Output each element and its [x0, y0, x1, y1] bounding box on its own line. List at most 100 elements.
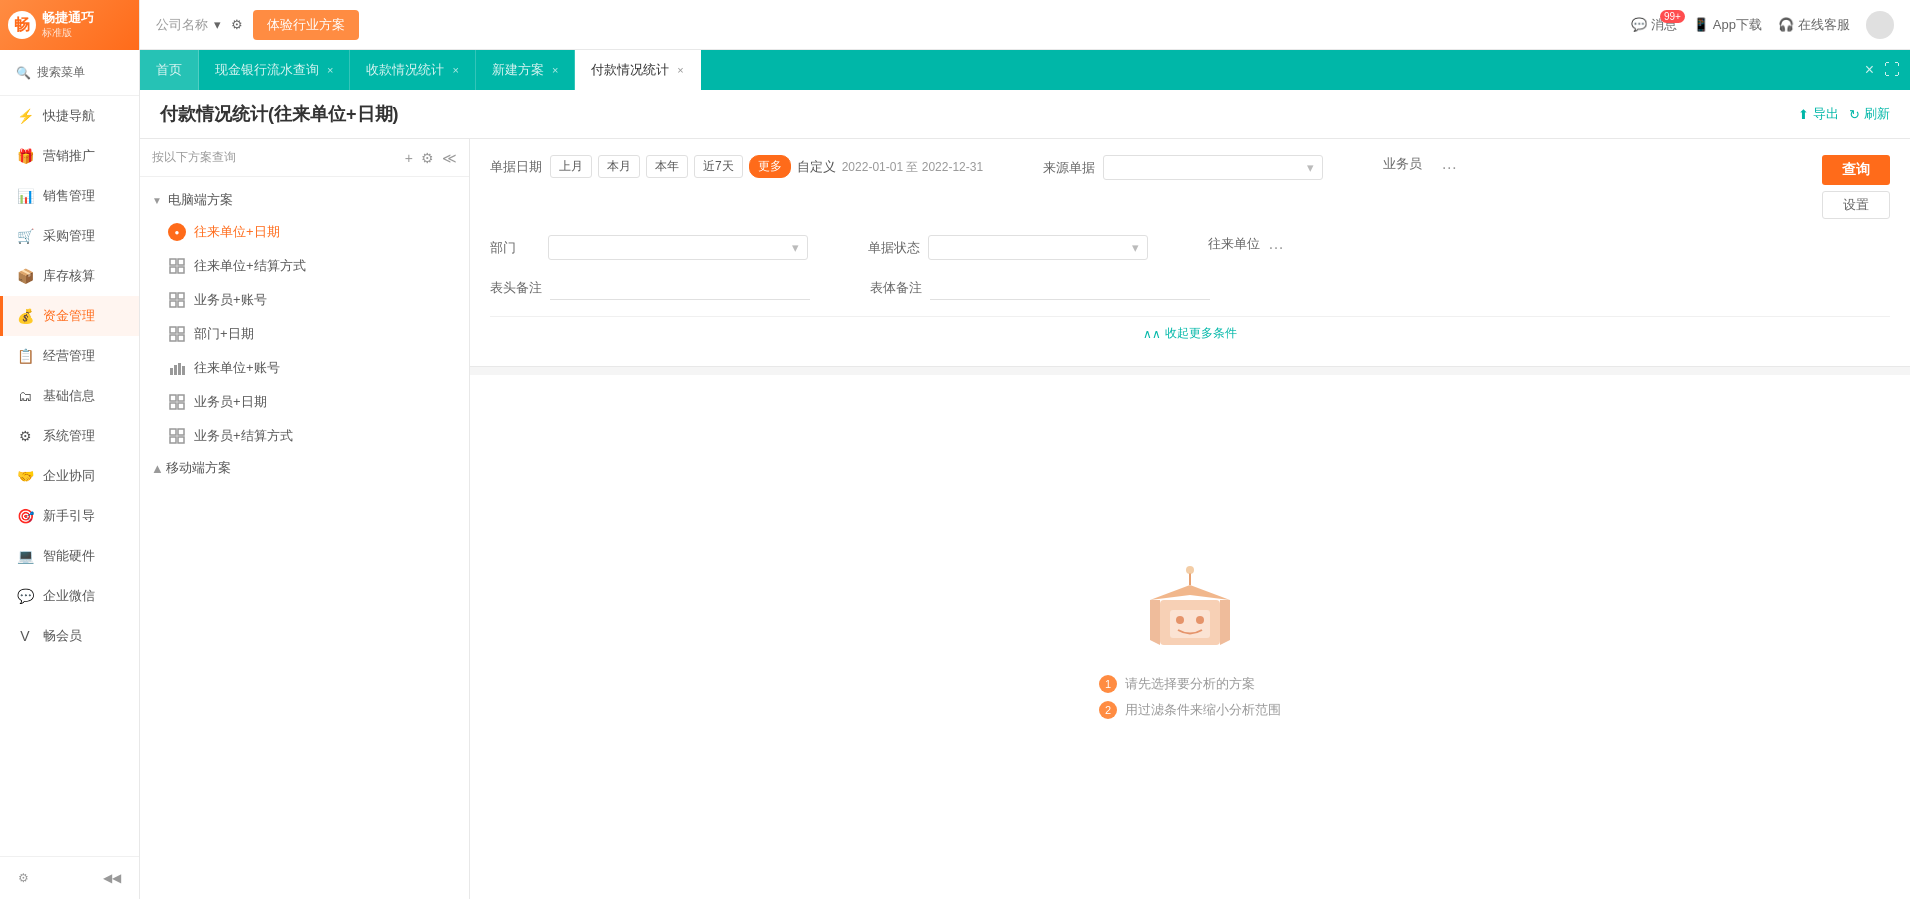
scheme-group-mobile-header[interactable]: ▶ 移动端方案 [140, 453, 469, 483]
export-btn[interactable]: ⬆ 导出 [1798, 105, 1839, 123]
sidebar-item-guide[interactable]: 🎯 新手引导 [0, 496, 139, 536]
grid-icon-1 [168, 257, 186, 275]
app-download-btn[interactable]: 📱 App下载 [1693, 16, 1762, 34]
sidebar-item-operation[interactable]: 📋 经营管理 [0, 336, 139, 376]
body-note-input[interactable] [930, 276, 1210, 300]
sidebar-item-marketing[interactable]: 🎁 营销推广 [0, 136, 139, 176]
chevron-down-icon: ▼ [152, 195, 162, 206]
tab-close-all-btn[interactable]: × [1865, 61, 1874, 79]
empty-state: 1 请先选择要分析的方案 2 用过滤条件来缩小分析范围 [470, 375, 1910, 899]
source-select[interactable]: ▾ [1103, 155, 1323, 180]
voucher-status-select[interactable]: ▾ [928, 235, 1148, 260]
message-icon: 💬 [1631, 17, 1647, 32]
scheme-panel-header: 按以下方案查询 + ⚙ ≪ [140, 139, 469, 177]
date-field: 单据日期 上月 本月 本年 近7天 更多 自定义 2022-01-01 至 20… [490, 155, 983, 178]
sidebar-item-quicknav[interactable]: ⚡ 快捷导航 [0, 96, 139, 136]
svg-rect-8 [170, 327, 176, 333]
search-menu-item[interactable]: 🔍 搜索菜单 [8, 58, 131, 87]
scheme-settings-btn[interactable]: ⚙ [421, 150, 434, 166]
message-btn[interactable]: 💬 消息 99+ [1631, 16, 1677, 34]
custom-date-label[interactable]: 自定义 [797, 158, 836, 176]
scheme-item-staff-account[interactable]: 业务员+账号 [140, 283, 469, 317]
user-avatar[interactable] [1866, 11, 1894, 39]
sidebar-item-hardware[interactable]: 💻 智能硬件 [0, 536, 139, 576]
refresh-btn[interactable]: ↻ 刷新 [1849, 105, 1890, 123]
sidebar-item-enterprise[interactable]: 🤝 企业协同 [0, 456, 139, 496]
tab-home[interactable]: 首页 [140, 50, 199, 90]
scheme-item-unit-date[interactable]: ● 往来单位+日期 [140, 215, 469, 249]
sidebar-item-finance[interactable]: 💰 资金管理 [0, 296, 139, 336]
scheme-add-btn[interactable]: + [405, 150, 413, 166]
tab-receipt-close[interactable]: × [452, 65, 458, 76]
tab-new-scheme-close[interactable]: × [552, 65, 558, 76]
company-dropdown-icon: ▾ [214, 17, 221, 32]
query-btn[interactable]: 查询 [1822, 155, 1890, 185]
counterpart-selector-btn[interactable]: … [1268, 235, 1284, 253]
scheme-list: ▼ 电脑端方案 ● 往来单位+日期 [140, 177, 469, 899]
sidebar-item-sales[interactable]: 📊 销售管理 [0, 176, 139, 216]
sidebar-item-wechat[interactable]: 💬 企业微信 [0, 576, 139, 616]
svg-rect-10 [170, 335, 176, 341]
refresh-icon: ↻ [1849, 107, 1860, 122]
base-icon: 🗂 [15, 386, 35, 406]
sidebar-item-base[interactable]: 🗂 基础信息 [0, 376, 139, 416]
date-btn-this-month[interactable]: 本月 [598, 155, 640, 178]
sidebar-footer: ⚙ ◀◀ [0, 856, 139, 899]
svg-rect-9 [178, 327, 184, 333]
filter-row-2: 部门 ▾ 单据状态 ▾ [490, 235, 1890, 260]
date-btn-last-month[interactable]: 上月 [550, 155, 592, 178]
tab-payment-close[interactable]: × [677, 65, 683, 76]
scheme-item-unit-settle[interactable]: 往来单位+结算方式 [140, 249, 469, 283]
collapse-bar[interactable]: ∧∧ 收起更多条件 [490, 316, 1890, 350]
sidebar-item-vip[interactable]: V 畅会员 [0, 616, 139, 656]
counterpart-label: 往来单位 [1208, 235, 1260, 253]
settings-btn-header[interactable]: ⚙ [231, 17, 243, 32]
sidebar-item-system[interactable]: ⚙ 系统管理 [0, 416, 139, 456]
scheme-item-staff-date[interactable]: 业务员+日期 [140, 385, 469, 419]
date-btn-7days[interactable]: 近7天 [694, 155, 743, 178]
trial-btn[interactable]: 体验行业方案 [253, 10, 359, 40]
tab-bank[interactable]: 现金银行流水查询 × [199, 50, 350, 90]
tab-new-scheme[interactable]: 新建方案 × [476, 50, 575, 90]
svg-point-30 [1196, 616, 1204, 624]
staff-selector-btn[interactable]: … [1441, 155, 1457, 173]
page-title: 付款情况统计(往来单位+日期) [160, 102, 399, 126]
collapse-sidebar-btn[interactable]: ◀◀ [95, 867, 129, 889]
header-note-input[interactable] [550, 276, 810, 300]
top-header: 公司名称 ▾ ⚙ 体验行业方案 💬 消息 99+ 📱 App下载 🎧 在线客服 [140, 0, 1910, 50]
date-btn-more[interactable]: 更多 [749, 155, 791, 178]
company-selector[interactable]: 公司名称 ▾ [156, 16, 221, 34]
tab-bar-actions: × ⛶ [1865, 50, 1910, 90]
date-btn-this-year[interactable]: 本年 [646, 155, 688, 178]
scheme-item-unit-account[interactable]: 往来单位+账号 [140, 351, 469, 385]
tab-receipt[interactable]: 收款情况统计 × [350, 50, 475, 90]
page-actions: ⬆ 导出 ↻ 刷新 [1798, 105, 1890, 123]
scheme-group-pc-header[interactable]: ▼ 电脑端方案 [140, 185, 469, 215]
grid-icon-2 [168, 291, 186, 309]
scheme-collapse-btn[interactable]: ≪ [442, 150, 457, 166]
scheme-item-dept-date[interactable]: 部门+日期 [140, 317, 469, 351]
svg-rect-20 [170, 429, 176, 435]
dept-select[interactable]: ▾ [548, 235, 808, 260]
svg-rect-22 [170, 437, 176, 443]
tab-fullscreen-btn[interactable]: ⛶ [1884, 61, 1900, 79]
dept-label: 部门 [490, 239, 540, 257]
header-left: 公司名称 ▾ ⚙ 体验行业方案 [156, 10, 359, 40]
scheme-panel-icons: + ⚙ ≪ [405, 150, 457, 166]
headset-icon: 🎧 [1778, 17, 1794, 32]
scheme-item-staff-settle[interactable]: 业务员+结算方式 [140, 419, 469, 453]
sidebar-item-purchase[interactable]: 🛒 采购管理 [0, 216, 139, 256]
date-options: 上月 本月 本年 近7天 更多 自定义 2022-01-01 至 2022-12… [550, 155, 983, 178]
tab-payment[interactable]: 付款情况统计 × [575, 50, 700, 90]
settings-footer-btn[interactable]: ⚙ [10, 867, 37, 889]
chart-icon [168, 359, 186, 377]
sidebar-search-area: 🔍 搜索菜单 [0, 50, 139, 96]
scheme-panel: 按以下方案查询 + ⚙ ≪ ▼ 电脑端方案 [140, 139, 470, 899]
sidebar-item-inventory[interactable]: 📦 库存核算 [0, 256, 139, 296]
service-btn[interactable]: 🎧 在线客服 [1778, 16, 1850, 34]
filter-settings-btn[interactable]: 设置 [1822, 191, 1890, 219]
svg-rect-7 [178, 301, 184, 307]
tab-bank-close[interactable]: × [327, 65, 333, 76]
empty-illustration [1140, 555, 1240, 655]
scheme-group-pc: ▼ 电脑端方案 ● 往来单位+日期 [140, 185, 469, 453]
